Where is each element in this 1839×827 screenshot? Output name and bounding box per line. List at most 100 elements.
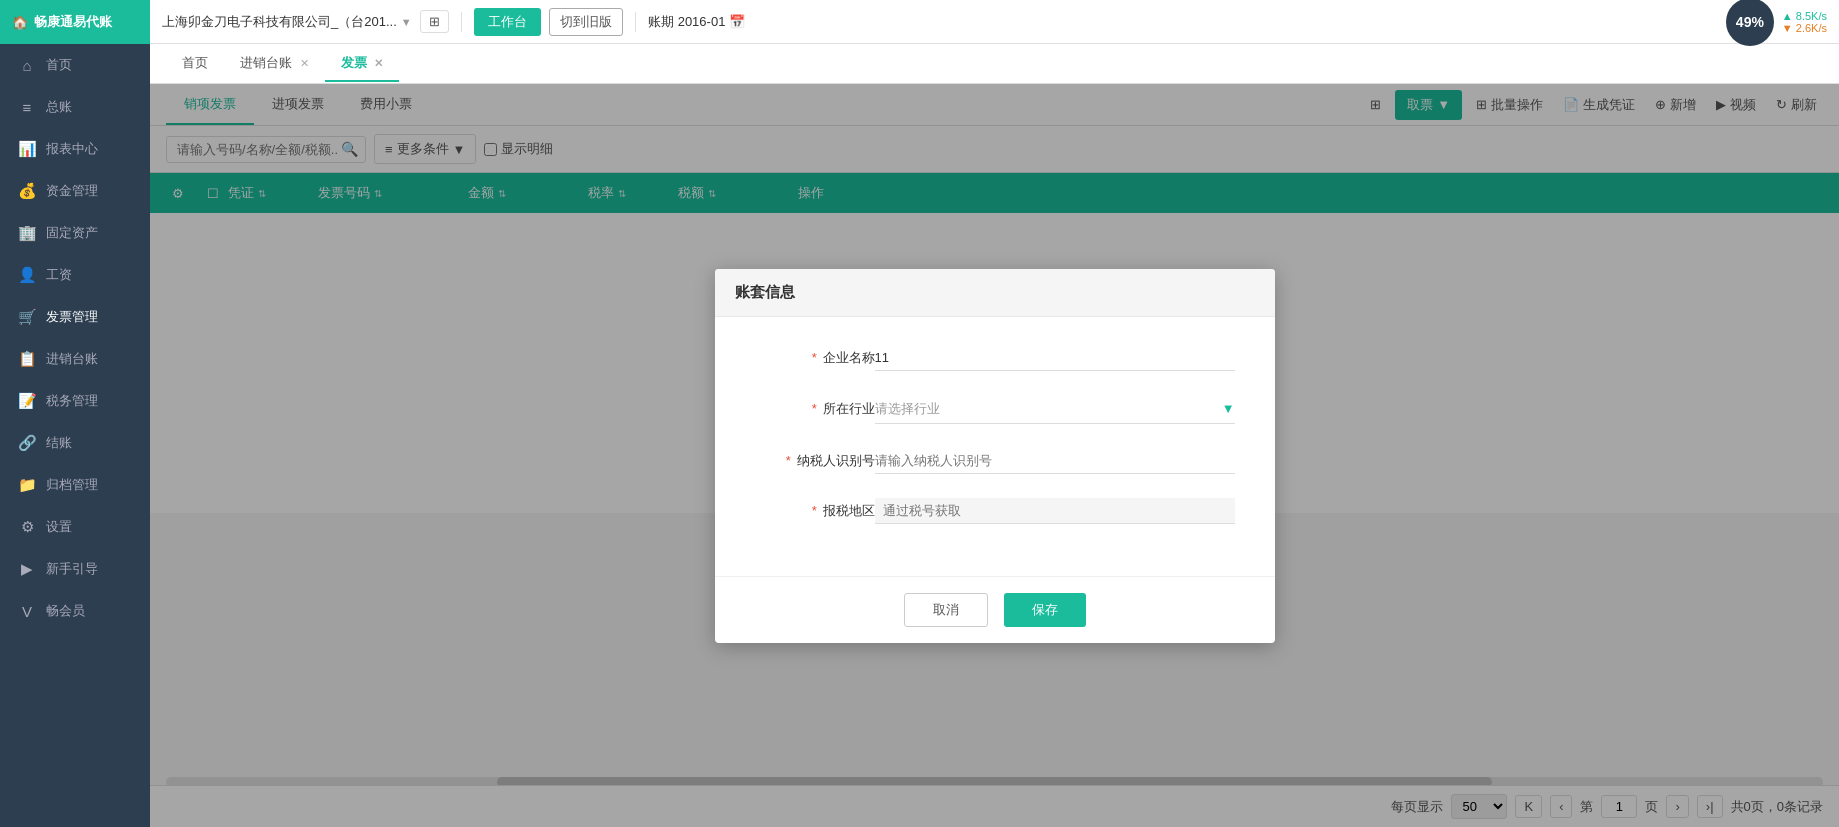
period-display: 账期 2016-01 📅	[648, 13, 746, 31]
industry-chevron-icon: ▼	[1222, 401, 1235, 416]
save-button[interactable]: 保存	[1004, 593, 1086, 627]
archive-icon: 📁	[18, 476, 36, 494]
sidebar-item-label: 报表中心	[46, 140, 98, 158]
tab-invoice[interactable]: 发票 ✕	[325, 46, 400, 82]
content-area: 销项发票 进项发票 费用小票 ⊞ 取票 ▼ ⊞ 批量操作 📄	[150, 84, 1839, 827]
topbar-right: 49% ▲ 8.5K/s ▼ 2.6K/s	[1726, 0, 1827, 46]
tab-purchase[interactable]: 进销台账 ✕	[224, 46, 325, 82]
sidebar-item-label: 首页	[46, 56, 72, 74]
company-name: 上海卯金刀电子科技有限公司_（台201...	[162, 13, 397, 31]
tax-id-label: * 纳税人识别号	[755, 452, 875, 470]
ledger-icon: ≡	[18, 99, 36, 116]
company-selector[interactable]: 上海卯金刀电子科技有限公司_（台201... ▼	[162, 13, 412, 31]
sidebar-item-label: 税务管理	[46, 392, 98, 410]
sidebar-item-payroll[interactable]: 👤 工资	[0, 254, 150, 296]
sidebar-logo: 🏠 畅康通易代账	[0, 0, 150, 44]
sidebar-item-settings[interactable]: ⚙ 设置	[0, 506, 150, 548]
company-chevron-icon: ▼	[401, 16, 412, 28]
tax-region-input	[875, 498, 1235, 524]
sidebar-item-member[interactable]: V畅会员	[0, 590, 150, 632]
modal-title: 账套信息	[715, 269, 1275, 317]
sidebar-item-ledger[interactable]: ≡ 总账	[0, 86, 150, 128]
required-icon3: *	[786, 453, 791, 468]
funds-icon: 💰	[18, 182, 36, 200]
modal-footer: 取消 保存	[715, 576, 1275, 643]
sidebar-item-reports[interactable]: 📊 报表中心	[0, 128, 150, 170]
tax-id-input[interactable]	[875, 448, 1235, 474]
purchase-icon: 📋	[18, 350, 36, 368]
sidebar-item-label: 进销台账	[46, 350, 98, 368]
tax-icon: 📝	[18, 392, 36, 410]
sidebar-item-label: 设置	[46, 518, 72, 536]
invoice-icon: 🛒	[18, 308, 36, 326]
required-icon2: *	[812, 401, 817, 416]
tab-bar: 首页 进销台账 ✕ 发票 ✕	[150, 44, 1839, 84]
sidebar-item-label: 资金管理	[46, 182, 98, 200]
company-name-row: * 企业名称	[755, 345, 1235, 371]
sidebar-item-label: 归档管理	[46, 476, 98, 494]
tab-home[interactable]: 首页	[166, 46, 224, 82]
sidebar-item-assets[interactable]: 🏢 固定资产	[0, 212, 150, 254]
sidebar-item-settlement[interactable]: 🔗 结账	[0, 422, 150, 464]
required-icon4: *	[812, 503, 817, 518]
required-icon: *	[812, 350, 817, 365]
company-name-label: * 企业名称	[755, 349, 875, 367]
sidebar-item-invoice[interactable]: 🛒 发票管理	[0, 296, 150, 338]
sidebar-item-label: 总账	[46, 98, 72, 116]
tab-invoice-close-icon[interactable]: ✕	[374, 57, 383, 69]
company-name-input[interactable]	[875, 345, 1235, 371]
tab-purchase-close-icon[interactable]: ✕	[300, 57, 309, 69]
speed-badge: 49%	[1726, 0, 1774, 46]
sidebar-item-tax[interactable]: 📝 税务管理	[0, 380, 150, 422]
cancel-button[interactable]: 取消	[904, 593, 988, 627]
main-content: 上海卯金刀电子科技有限公司_（台201... ▼ ⊞ 工作台 切到旧版 账期 2…	[150, 0, 1839, 827]
sidebar-item-home[interactable]: ⌂ 首页	[0, 44, 150, 86]
sidebar-item-label: 工资	[46, 266, 72, 284]
modal-body: * 企业名称 * 所在行业 请选择行业 ▼	[715, 317, 1275, 576]
sidebar-item-label: 新手引导	[46, 560, 98, 578]
payroll-icon: 👤	[18, 266, 36, 284]
logo-text: 畅康通易代账	[34, 13, 112, 31]
calendar-icon[interactable]: 📅	[729, 14, 745, 29]
guide-icon: ▶	[18, 560, 36, 578]
period-label: 账期	[648, 13, 674, 31]
industry-row: * 所在行业 请选择行业 ▼	[755, 395, 1235, 424]
member-icon: V	[18, 603, 36, 620]
sidebar-item-guide[interactable]: ▶ 新手引导	[0, 548, 150, 590]
topbar-divider	[461, 12, 462, 32]
tab-purchase-label: 进销台账	[240, 55, 292, 70]
speed-down: ▼ 2.6K/s	[1782, 22, 1827, 34]
tax-region-label: * 报税地区	[755, 502, 875, 520]
account-info-modal: 账套信息 * 企业名称 * 所在行业	[715, 269, 1275, 643]
industry-placeholder: 请选择行业	[875, 400, 940, 418]
reports-icon: 📊	[18, 140, 36, 158]
tab-invoice-label: 发票	[341, 55, 367, 70]
industry-select[interactable]: 请选择行业 ▼	[875, 395, 1235, 424]
assets-icon: 🏢	[18, 224, 36, 242]
speed-percent: 49%	[1736, 14, 1764, 30]
sidebar-item-label: 发票管理	[46, 308, 98, 326]
settlement-icon: 🔗	[18, 434, 36, 452]
sidebar: 🏠 畅康通易代账 ⌂ 首页 ≡ 总账 📊 报表中心 💰 资金管理 🏢 固定资产 👤 工资 🛒 发票管理 📋 进…	[0, 0, 150, 827]
sidebar-item-archive[interactable]: 📁 归档管理	[0, 464, 150, 506]
topbar-divider2	[635, 12, 636, 32]
speed-up: ▲ 8.5K/s	[1782, 10, 1827, 22]
tax-id-row: * 纳税人识别号	[755, 448, 1235, 474]
tax-region-row: * 报税地区	[755, 498, 1235, 524]
modal-overlay: 账套信息 * 企业名称 * 所在行业	[150, 84, 1839, 827]
logo-icon: 🏠	[12, 15, 28, 30]
sidebar-item-funds[interactable]: 💰 资金管理	[0, 170, 150, 212]
workbench-button[interactable]: 工作台	[474, 8, 541, 36]
old-version-button[interactable]: 切到旧版	[549, 8, 623, 36]
tab-home-label: 首页	[182, 55, 208, 70]
topbar: 上海卯金刀电子科技有限公司_（台201... ▼ ⊞ 工作台 切到旧版 账期 2…	[150, 0, 1839, 44]
settings-icon: ⚙	[18, 518, 36, 536]
speed-info: ▲ 8.5K/s ▼ 2.6K/s	[1782, 10, 1827, 34]
sidebar-item-purchase[interactable]: 📋 进销台账	[0, 338, 150, 380]
home-icon: ⌂	[18, 57, 36, 74]
sidebar-item-label: 固定资产	[46, 224, 98, 242]
industry-label: * 所在行业	[755, 400, 875, 418]
sidebar-item-label: 结账	[46, 434, 72, 452]
company-icon-button[interactable]: ⊞	[420, 10, 449, 33]
period-value: 2016-01	[678, 14, 726, 29]
